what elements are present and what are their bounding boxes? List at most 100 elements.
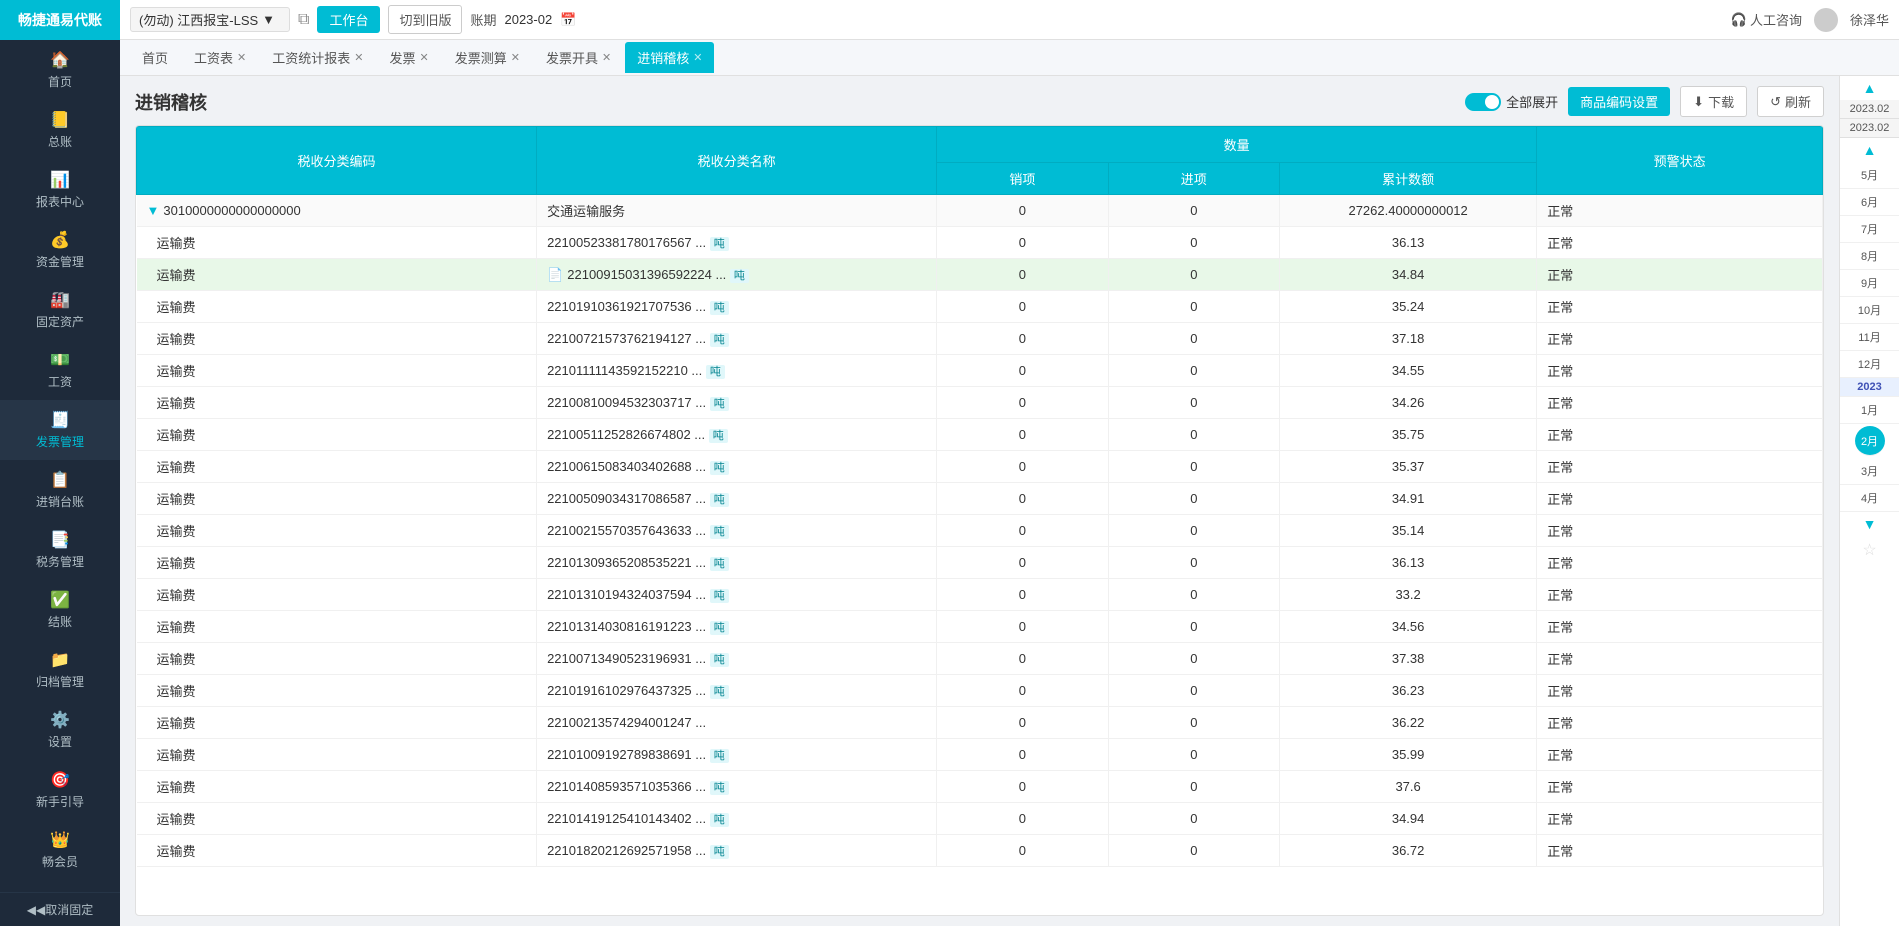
copy-icon[interactable]: ⧉ [298, 11, 309, 29]
table-row[interactable]: 运输费 22100511252826674802 ... 吨 0 0 35.75… [137, 419, 1823, 451]
tab-invoice[interactable]: 发票 ✕ [377, 42, 440, 73]
table-row[interactable]: 运输费 22100215570357643633 ... 吨 0 0 35.14… [137, 515, 1823, 547]
nav-down-arrow[interactable]: ▼ [1840, 512, 1899, 536]
switch-version-button[interactable]: 切到旧版 [388, 5, 462, 34]
cell-code: 运输费 [137, 259, 537, 291]
table-row[interactable]: 运输费 22101820212692571958 ... 吨 0 0 36.72… [137, 835, 1823, 867]
cell-code: 运输费 [137, 739, 537, 771]
tab-invoice-calc[interactable]: 发票测算 ✕ [443, 42, 532, 73]
table-row[interactable]: 运输费 22101916102976437325 ... 吨 0 0 36.23… [137, 675, 1823, 707]
month-3[interactable]: 3月 [1840, 458, 1899, 485]
table-row[interactable]: 运输费 22101419125410143402 ... 吨 0 0 34.94… [137, 803, 1823, 835]
cell-cumulative: 36.13 [1280, 547, 1537, 579]
sidebar-item-settle[interactable]: ✅ 结账 [0, 580, 120, 640]
unpin-button[interactable]: ◀◀ 取消固定 [0, 892, 120, 926]
month-11[interactable]: 11月 [1840, 324, 1899, 351]
sidebar-item-sales[interactable]: 📋 进销台账 [0, 460, 120, 520]
cell-purchase: 0 [1108, 291, 1279, 323]
sidebar-item-tax[interactable]: 📑 税务管理 [0, 520, 120, 580]
tab-invoice-issue[interactable]: 发票开具 ✕ [534, 42, 623, 73]
cell-cumulative: 34.94 [1280, 803, 1537, 835]
table-row[interactable]: 运输费 22101309365208535221 ... 吨 0 0 36.13… [137, 547, 1823, 579]
table-row[interactable]: 运输费 22101111143592152210 ... 吨 0 0 34.55… [137, 355, 1823, 387]
table-row[interactable]: 运输费 22100713490523196931 ... 吨 0 0 37.38… [137, 643, 1823, 675]
month-9[interactable]: 9月 [1840, 270, 1899, 297]
settings-button[interactable]: 商品编码设置 [1568, 87, 1670, 116]
tab-salary-table[interactable]: 工资表 ✕ [182, 42, 258, 73]
tab-close-salary-report[interactable]: ✕ [354, 51, 363, 64]
download-button[interactable]: ⬇ 下载 [1680, 86, 1747, 117]
cell-status: 正常 [1537, 707, 1823, 739]
cell-cumulative: 34.84 [1280, 259, 1537, 291]
tab-close-invoice-calc[interactable]: ✕ [511, 51, 520, 64]
salary-icon: 💵 [50, 350, 70, 370]
table-row[interactable]: 运输费 22101310194324037594 ... 吨 0 0 33.2 … [137, 579, 1823, 611]
table-row[interactable]: 运输费 22100509034317086587 ... 吨 0 0 34.91… [137, 483, 1823, 515]
workbench-button[interactable]: 工作台 [317, 6, 380, 33]
cell-purchase: 0 [1108, 803, 1279, 835]
topbar-right: 🎧 人工咨询 徐泽华 [1731, 8, 1889, 32]
table-row[interactable]: ▼3010000000000000000 交通运输服务 0 0 27262.40… [137, 195, 1823, 227]
cell-code: 运输费 [137, 579, 537, 611]
sidebar-item-ledger[interactable]: 📒 总账 [0, 100, 120, 160]
toggle-track[interactable] [1465, 93, 1501, 111]
table-row[interactable]: 运输费 22101314030816191223 ... 吨 0 0 34.56… [137, 611, 1823, 643]
table-row[interactable]: 运输费 22101408593571035366 ... 吨 0 0 37.6 … [137, 771, 1823, 803]
page-content: 进销稽核 全部展开 商品编码设置 ⬇ 下载 ↺ 刷 [120, 76, 1839, 926]
cell-code: 运输费 [137, 835, 537, 867]
month-12[interactable]: 12月 [1840, 351, 1899, 378]
month-8[interactable]: 8月 [1840, 243, 1899, 270]
table-row[interactable]: 运输费 22100615083403402688 ... 吨 0 0 35.37… [137, 451, 1823, 483]
page-header: 进销稽核 全部展开 商品编码设置 ⬇ 下载 ↺ 刷 [135, 86, 1824, 117]
app-logo: 畅捷通易代账 [0, 0, 120, 40]
tab-reconcile[interactable]: 进销稽核 ✕ [625, 42, 714, 73]
expand-toggle[interactable]: 全部展开 [1465, 92, 1558, 111]
month-2-active[interactable]: 2月 [1855, 426, 1885, 456]
support-button[interactable]: 🎧 人工咨询 [1731, 10, 1802, 29]
cell-purchase: 0 [1108, 451, 1279, 483]
month-4[interactable]: 4月 [1840, 485, 1899, 512]
table-row[interactable]: 运输费 22100810094532303717 ... 吨 0 0 34.26… [137, 387, 1823, 419]
col-quantity-group: 数量 [937, 127, 1537, 163]
table-row[interactable]: 运输费 📄22100915031396592224 ... 吨 0 0 34.8… [137, 259, 1823, 291]
sidebar-item-archive[interactable]: 📁 归档管理 [0, 640, 120, 700]
table-row[interactable]: 运输费 22100523381780176567 ... 吨 0 0 36.13… [137, 227, 1823, 259]
tab-home[interactable]: 首页 [130, 42, 180, 73]
calendar-icon[interactable]: 📅 [560, 12, 576, 28]
tax-icon: 📑 [50, 530, 70, 550]
company-selector[interactable]: (勿动) 江西报宝-LSS ▼ [130, 7, 290, 32]
cell-status: 正常 [1537, 451, 1823, 483]
cell-cumulative: 34.56 [1280, 611, 1537, 643]
tab-salary-report[interactable]: 工资统计报表 ✕ [260, 42, 375, 73]
sidebar-item-reports[interactable]: 📊 报表中心 [0, 160, 120, 220]
sidebar-item-settings[interactable]: ⚙️ 设置 [0, 700, 120, 760]
table-row[interactable]: 运输费 22101910361921707536 ... 吨 0 0 35.24… [137, 291, 1823, 323]
tab-close-reconcile[interactable]: ✕ [693, 51, 702, 64]
sidebar-item-salary[interactable]: 💵 工资 [0, 340, 120, 400]
sidebar-item-invoice[interactable]: 🧾 发票管理 [0, 400, 120, 460]
tab-close-salary-table[interactable]: ✕ [237, 51, 246, 64]
month-6[interactable]: 6月 [1840, 189, 1899, 216]
sidebar-item-home[interactable]: 🏠 首页 [0, 40, 120, 100]
refresh-button[interactable]: ↺ 刷新 [1757, 86, 1824, 117]
table-row[interactable]: 运输费 22101009192789838691 ... 吨 0 0 35.99… [137, 739, 1823, 771]
nav-up-arrow[interactable]: ▲ [1840, 76, 1899, 100]
cell-cumulative: 35.99 [1280, 739, 1537, 771]
sidebar-item-assets[interactable]: 🏭 固定资产 [0, 280, 120, 340]
sidebar-item-funds[interactable]: 💰 资金管理 [0, 220, 120, 280]
cell-status: 正常 [1537, 355, 1823, 387]
month-1[interactable]: 1月 [1840, 397, 1899, 424]
sidebar-item-guide[interactable]: 🎯 新手引导 [0, 760, 120, 820]
col-tax-code: 税收分类编码 [137, 127, 537, 195]
tab-close-invoice[interactable]: ✕ [420, 51, 429, 64]
table-row[interactable]: 运输费 22100213574294001247 ... 0 0 36.22 正… [137, 707, 1823, 739]
sidebar-item-vip[interactable]: 👑 畅会员 [0, 820, 120, 880]
table-row[interactable]: 运输费 22100721573762194127 ... 吨 0 0 37.18… [137, 323, 1823, 355]
month-7[interactable]: 7月 [1840, 216, 1899, 243]
tab-close-invoice-issue[interactable]: ✕ [602, 51, 611, 64]
month-10[interactable]: 10月 [1840, 297, 1899, 324]
cell-sale: 0 [937, 611, 1108, 643]
month-5[interactable]: 5月 [1840, 162, 1899, 189]
nav-up-arrow-2[interactable]: ▲ [1840, 138, 1899, 162]
cell-code: 运输费 [137, 355, 537, 387]
